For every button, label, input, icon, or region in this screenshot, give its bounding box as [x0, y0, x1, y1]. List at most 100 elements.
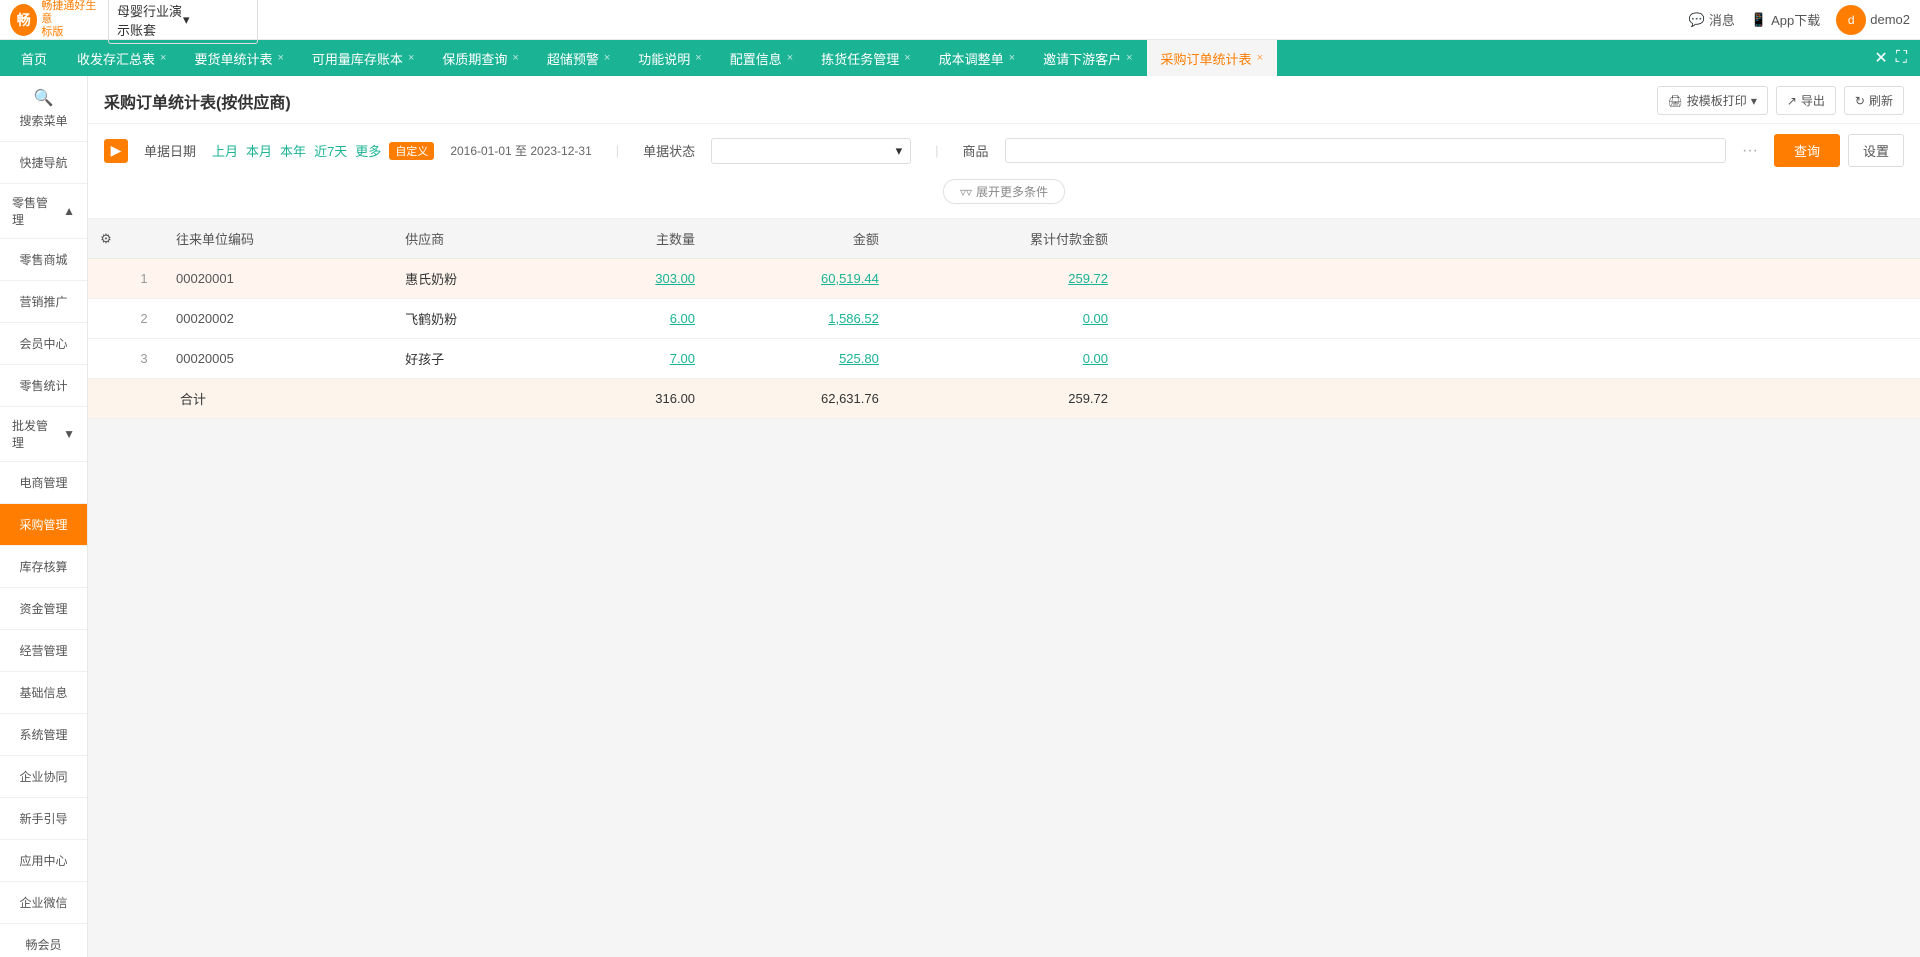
total-extra-cell [1120, 379, 1920, 419]
query-button[interactable]: 查询 [1774, 134, 1840, 167]
export-button[interactable]: ↗ 导出 [1776, 86, 1836, 115]
sidebar-item-app-center[interactable]: 应用中心 [0, 840, 87, 882]
row-extra [1120, 299, 1920, 339]
tab-peizhi-close[interactable]: × [787, 52, 793, 64]
tab-yaoqing-close[interactable]: × [1126, 52, 1132, 64]
date-shortcut-this-year[interactable]: 本年 [280, 141, 306, 160]
row-amount[interactable]: 525.80 [707, 339, 891, 379]
tab-caigou-close[interactable]: × [1257, 52, 1263, 64]
sidebar-item-enterprise-wechat[interactable]: 企业微信 [0, 882, 87, 924]
sidebar-item-member-center[interactable]: 会员中心 [0, 323, 87, 365]
status-select-chevron-icon: ▾ [896, 143, 903, 159]
tab-yaoqing[interactable]: 邀请下游客户 × [1029, 40, 1146, 76]
tab-yaohuo[interactable]: 要货单统计表 × [180, 40, 297, 76]
row-qty[interactable]: 6.00 [564, 299, 707, 339]
row-supplier: 好孩子 [393, 339, 564, 379]
sidebar-item-system[interactable]: 系统管理 [0, 714, 87, 756]
row-paid[interactable]: 259.72 [891, 259, 1120, 299]
sidebar-finance-label: 资金管理 [19, 600, 67, 617]
tab-home[interactable]: 首页 [5, 40, 63, 76]
printer-icon: 🖨 [1668, 94, 1683, 108]
sidebar-item-search[interactable]: 🔍 搜索菜单 [0, 76, 87, 142]
tab-shoufacun-close[interactable]: × [160, 52, 166, 64]
tab-yaohuo-label: 要货单统计表 [194, 49, 272, 68]
user-avatar-area[interactable]: d demo2 [1836, 5, 1910, 35]
sidebar-item-retail-stat[interactable]: 零售统计 [0, 365, 87, 407]
date-shortcut-7days[interactable]: 近7天 [314, 141, 347, 160]
settings-button[interactable]: 设置 [1848, 134, 1904, 167]
status-select[interactable]: ▾ [711, 138, 911, 164]
expand-more-button[interactable]: ▿▿ 展开更多条件 [943, 179, 1065, 204]
row-amount[interactable]: 60,519.44 [707, 259, 891, 299]
tab-jianhuo[interactable]: 拣货任务管理 × [807, 40, 924, 76]
tabs-expand-icon[interactable]: ⛶ [1896, 49, 1907, 67]
sidebar-item-batch-mgmt[interactable]: 批发管理 ▼ [0, 407, 87, 462]
row-settings-cell [88, 259, 124, 299]
app-download-btn[interactable]: 📱 App下载 [1751, 10, 1820, 29]
tab-yaohuo-close[interactable]: × [277, 52, 283, 64]
tab-chengben-close[interactable]: × [1009, 52, 1015, 64]
row-qty[interactable]: 7.00 [564, 339, 707, 379]
tab-caigou-active[interactable]: 采购订单统计表 × [1147, 40, 1277, 76]
sidebar-item-ecommerce[interactable]: 电商管理 [0, 462, 87, 504]
sidebar-item-purchase-mgmt[interactable]: 采购管理 [0, 504, 87, 546]
date-shortcut-this-month[interactable]: 本月 [246, 141, 272, 160]
page-content: 采购订单统计表(按供应商) 🖨 按模板打印 ▾ ↗ 导出 ↻ 刷新 [88, 76, 1920, 419]
col-settings[interactable]: ⚙ [88, 219, 124, 259]
date-custom-badge[interactable]: 自定义 [389, 142, 434, 160]
row-qty[interactable]: 303.00 [564, 259, 707, 299]
tab-jianhuo-close[interactable]: × [904, 52, 910, 64]
row-paid[interactable]: 0.00 [891, 339, 1120, 379]
batch-mgmt-arrow-icon: ▼ [63, 427, 75, 441]
goods-input[interactable] [1005, 138, 1726, 163]
sidebar-item-member[interactable]: 畅会员 [0, 924, 87, 957]
tab-peizhi[interactable]: 配置信息 × [716, 40, 807, 76]
sidebar-item-marketing[interactable]: 营销推广 [0, 281, 87, 323]
user-avatar: d [1836, 5, 1866, 35]
workspace-selector[interactable]: 母婴行业演示账套 ▾ [108, 0, 258, 44]
date-shortcut-more[interactable]: 更多 [355, 141, 381, 160]
sidebar-item-new-guide[interactable]: 新手引导 [0, 798, 87, 840]
header-actions: 🖨 按模板打印 ▾ ↗ 导出 ↻ 刷新 [1657, 86, 1904, 115]
tab-chaochuyujing-close[interactable]: × [604, 52, 610, 64]
total-qty: 316.00 [564, 379, 707, 419]
row-paid[interactable]: 0.00 [891, 299, 1120, 339]
sidebar-item-enterprise[interactable]: 企业协同 [0, 756, 87, 798]
table-row[interactable]: 3 00020005 好孩子 7.00 525.80 0.00 [88, 339, 1920, 379]
logo-text: 畅捷通好生意 标版 [41, 0, 98, 39]
sidebar-item-finance[interactable]: 资金管理 [0, 588, 87, 630]
tab-keyongliang[interactable]: 可用量库存账本 × [298, 40, 428, 76]
total-row: 合计 316.00 62,631.76 259.72 [88, 379, 1920, 419]
tab-jianhuo-label: 拣货任务管理 [821, 49, 899, 68]
sidebar-item-inventory[interactable]: 库存核算 [0, 546, 87, 588]
message-btn[interactable]: 💬 消息 [1689, 10, 1735, 29]
app-download-label: App下载 [1771, 10, 1820, 29]
sidebar-inventory-label: 库存核算 [19, 558, 67, 575]
tab-baozhiqi[interactable]: 保质期查询 × [428, 40, 532, 76]
tab-gongneng[interactable]: 功能说明 × [624, 40, 715, 76]
template-print-button[interactable]: 🖨 按模板打印 ▾ [1657, 86, 1768, 115]
sidebar-item-basic-info[interactable]: 基础信息 [0, 672, 87, 714]
table-row[interactable]: 2 00020002 飞鹤奶粉 6.00 1,586.52 0.00 [88, 299, 1920, 339]
tab-shoufacun[interactable]: 收发存汇总表 × [63, 40, 180, 76]
tab-keyongliang-close[interactable]: × [408, 52, 414, 64]
sidebar-item-retail-mgmt[interactable]: 零售管理 ▲ [0, 184, 87, 239]
col-paid-header: 累计付款金额 [891, 219, 1120, 259]
row-amount[interactable]: 1,586.52 [707, 299, 891, 339]
tab-chengben[interactable]: 成本调整单 × [925, 40, 1029, 76]
tabs-close-icon[interactable]: ✕ [1874, 48, 1887, 68]
table-row[interactable]: 1 00020001 惠氏奶粉 303.00 60,519.44 259.72 [88, 259, 1920, 299]
sidebar-item-quick-nav[interactable]: 快捷导航 [0, 142, 87, 184]
goods-more-icon[interactable]: ··· [1742, 142, 1758, 160]
tab-caigou-label: 采购订单统计表 [1161, 49, 1252, 68]
tab-chaochuyujing[interactable]: 超储预警 × [533, 40, 624, 76]
sidebar-item-retail-shop[interactable]: 零售商城 [0, 239, 87, 281]
sidebar-item-operations[interactable]: 经营管理 [0, 630, 87, 672]
tab-baozhiqi-close[interactable]: × [512, 52, 518, 64]
tabs-right-controls: ✕ ⛶ [1874, 48, 1915, 68]
date-shortcut-last-month[interactable]: 上月 [212, 141, 238, 160]
sidebar-marketing-label: 营销推广 [19, 293, 67, 310]
filter-toggle-button[interactable]: ▶ [104, 139, 128, 163]
refresh-button[interactable]: ↻ 刷新 [1844, 86, 1904, 115]
tab-gongneng-close[interactable]: × [695, 52, 701, 64]
